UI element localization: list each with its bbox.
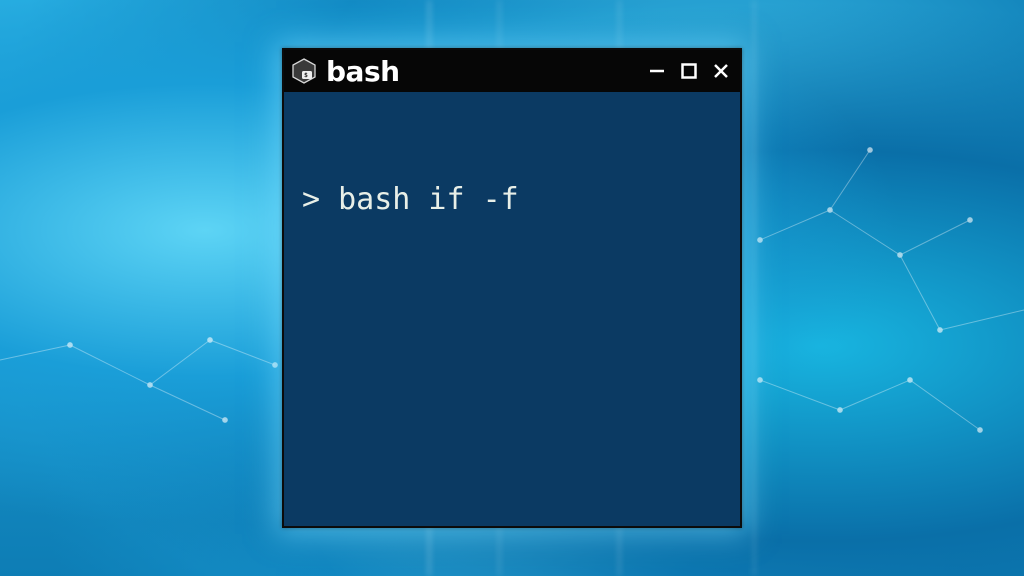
command-line: > bash if -f	[302, 181, 722, 219]
terminal-body[interactable]: > bash if -f	[284, 92, 740, 526]
command-text: bash if -f	[338, 181, 519, 219]
titlebar[interactable]: $ bash	[284, 50, 740, 92]
minimize-button[interactable]	[646, 60, 668, 82]
terminal-window: $ bash > bash if -f	[282, 48, 742, 528]
svg-text:$: $	[304, 71, 308, 79]
prompt-symbol: >	[302, 181, 320, 219]
window-title: bash	[326, 55, 400, 88]
bash-icon: $	[290, 57, 318, 85]
window-controls	[646, 60, 732, 82]
close-button[interactable]	[710, 60, 732, 82]
maximize-button[interactable]	[678, 60, 700, 82]
